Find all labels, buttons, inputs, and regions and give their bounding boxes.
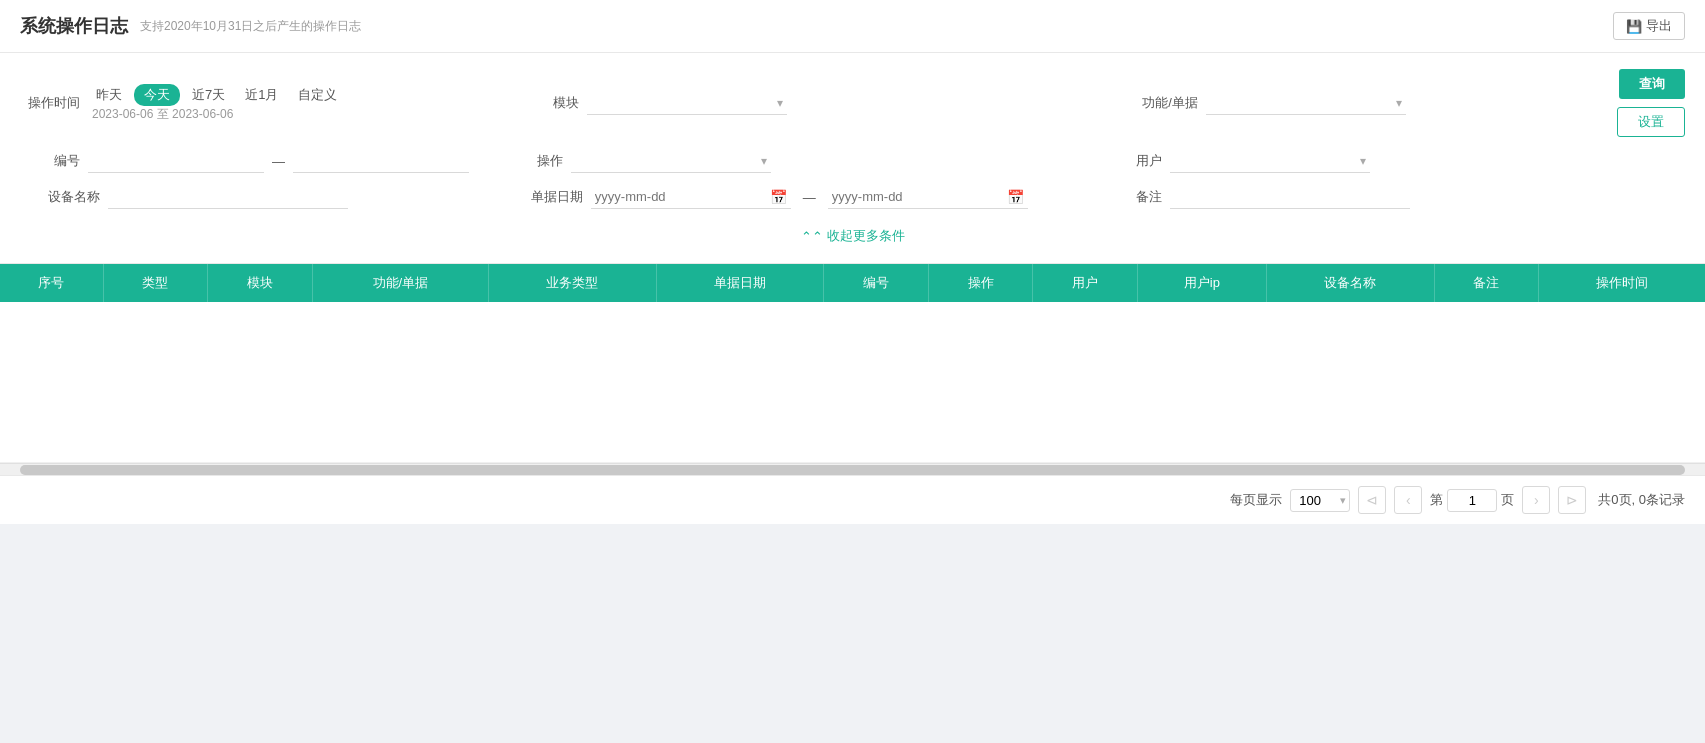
page-input-wrap: 第 页 xyxy=(1430,489,1514,512)
col-header: 编号 xyxy=(824,264,928,302)
remark-label: 备注 xyxy=(1082,188,1162,206)
next-page-button[interactable]: › xyxy=(1522,486,1550,514)
page-size-label: 每页显示 xyxy=(1230,491,1282,509)
prev-page-button[interactable]: ‹ xyxy=(1394,486,1422,514)
number-to-input[interactable] xyxy=(293,149,469,173)
page-subtitle: 支持2020年10月31日之后产生的操作日志 xyxy=(140,18,361,35)
number-from-input[interactable] xyxy=(88,149,264,173)
filter-row-2: 编号 — 操作 ▾ 用户 ▾ xyxy=(20,149,1685,173)
table-container: 序号类型模块功能/单据业务类型单据日期编号操作用户用户ip设备名称备注操作时间 xyxy=(0,264,1705,463)
action-buttons: 查询 设置 xyxy=(1617,69,1685,137)
operation-label: 操作 xyxy=(503,152,563,170)
date-to-input[interactable] xyxy=(828,185,1028,209)
remark-filter-block: 备注 xyxy=(1082,185,1565,209)
col-header: 操作 xyxy=(928,264,1032,302)
device-input[interactable] xyxy=(108,185,348,209)
date-to-wrap: 📅 xyxy=(828,185,1028,209)
col-header: 单据日期 xyxy=(656,264,824,302)
module-select[interactable] xyxy=(587,91,787,115)
time-btn-1month[interactable]: 近1月 xyxy=(237,84,286,106)
date-label: 单据日期 xyxy=(503,188,583,206)
user-select[interactable] xyxy=(1170,149,1370,173)
user-select-wrapper: ▾ xyxy=(1170,149,1370,173)
export-button[interactable]: 💾 导出 xyxy=(1613,12,1685,40)
page-number-input[interactable] xyxy=(1447,489,1497,512)
filter-row-3: 设备名称 单据日期 📅 — 📅 备注 xyxy=(20,185,1685,209)
function-label: 功能/单据 xyxy=(1118,94,1198,112)
function-filter-block: 功能/单据 ▾ xyxy=(1118,91,1617,115)
module-filter-block: 模块 ▾ xyxy=(519,91,1118,115)
first-page-button[interactable]: ⊲ xyxy=(1358,486,1386,514)
time-label: 操作时间 xyxy=(20,94,80,112)
function-select-wrapper: ▾ xyxy=(1206,91,1406,115)
col-header: 业务类型 xyxy=(489,264,657,302)
filter-row-1: 操作时间 昨天 今天 近7天 近1月 自定义 2023-06-06 至 2023… xyxy=(20,69,1685,137)
page-label: 第 xyxy=(1430,491,1443,509)
number-label: 编号 xyxy=(20,152,80,170)
user-label: 用户 xyxy=(1082,152,1162,170)
scrollbar-track[interactable] xyxy=(0,463,1705,475)
col-header: 功能/单据 xyxy=(312,264,488,302)
header-left: 系统操作日志 支持2020年10月31日之后产生的操作日志 xyxy=(20,14,361,38)
operation-filter-block: 操作 ▾ xyxy=(503,149,1082,173)
time-filter-group: 昨天 今天 近7天 近1月 自定义 xyxy=(88,84,345,106)
module-select-wrapper: ▾ xyxy=(587,91,787,115)
table-header-row: 序号类型模块功能/单据业务类型单据日期编号操作用户用户ip设备名称备注操作时间 xyxy=(0,264,1705,302)
scrollbar-thumb[interactable] xyxy=(20,465,1685,475)
col-header: 操作时间 xyxy=(1538,264,1705,302)
collapse-label: 收起更多条件 xyxy=(827,227,905,245)
page-unit: 页 xyxy=(1501,491,1514,509)
export-icon: 💾 xyxy=(1626,19,1642,34)
col-header: 模块 xyxy=(208,264,312,302)
date-group: 📅 — 📅 xyxy=(591,185,1028,209)
col-header: 用户ip xyxy=(1137,264,1266,302)
last-page-button[interactable]: ⊳ xyxy=(1558,486,1586,514)
table-header: 序号类型模块功能/单据业务类型单据日期编号操作用户用户ip设备名称备注操作时间 xyxy=(0,264,1705,302)
date-dash: — xyxy=(803,190,816,205)
page-size-wrapper: 100 50 200 ▾ xyxy=(1290,489,1350,512)
total-text: 共0页, 0条记录 xyxy=(1598,491,1685,509)
time-btn-yesterday[interactable]: 昨天 xyxy=(88,84,130,106)
col-header: 备注 xyxy=(1434,264,1538,302)
module-label: 模块 xyxy=(519,94,579,112)
date-from-input[interactable] xyxy=(591,185,791,209)
table-body xyxy=(0,302,1705,463)
page-title: 系统操作日志 xyxy=(20,14,128,38)
device-label: 设备名称 xyxy=(20,188,100,206)
page-header: 系统操作日志 支持2020年10月31日之后产生的操作日志 💾 导出 xyxy=(0,0,1705,53)
time-filter-block: 操作时间 昨天 今天 近7天 近1月 自定义 2023-06-06 至 2023… xyxy=(20,84,519,123)
function-select[interactable] xyxy=(1206,91,1406,115)
time-range-text: 2023-06-06 至 2023-06-06 xyxy=(92,106,345,123)
col-header: 设备名称 xyxy=(1266,264,1434,302)
remark-input[interactable] xyxy=(1170,185,1410,209)
collapse-button[interactable]: ⌃⌃ 收起更多条件 xyxy=(801,227,905,245)
empty-tip xyxy=(0,302,1705,463)
data-table: 序号类型模块功能/单据业务类型单据日期编号操作用户用户ip设备名称备注操作时间 xyxy=(0,264,1705,463)
col-header: 类型 xyxy=(103,264,207,302)
time-btn-7days[interactable]: 近7天 xyxy=(184,84,233,106)
col-header: 序号 xyxy=(0,264,103,302)
number-filter-block: 编号 — xyxy=(20,149,503,173)
date-filter-block: 单据日期 📅 — 📅 xyxy=(503,185,1082,209)
empty-row xyxy=(0,302,1705,463)
filter-area: 操作时间 昨天 今天 近7天 近1月 自定义 2023-06-06 至 2023… xyxy=(0,53,1705,264)
collapse-chevron-icon: ⌃⌃ xyxy=(801,229,823,244)
operation-select-wrapper: ▾ xyxy=(571,149,771,173)
query-button[interactable]: 查询 xyxy=(1619,69,1685,99)
col-header: 用户 xyxy=(1033,264,1137,302)
number-dash: — xyxy=(272,154,285,169)
device-filter-block: 设备名称 xyxy=(20,185,503,209)
user-filter-block: 用户 ▾ xyxy=(1082,149,1565,173)
settings-button[interactable]: 设置 xyxy=(1617,107,1685,137)
pagination-bar: 每页显示 100 50 200 ▾ ⊲ ‹ 第 页 › ⊳ 共0页, 0条记录 xyxy=(0,475,1705,524)
operation-select[interactable] xyxy=(571,149,771,173)
page-size-select[interactable]: 100 50 200 xyxy=(1290,489,1350,512)
export-label: 导出 xyxy=(1646,17,1672,35)
date-from-wrap: 📅 xyxy=(591,185,791,209)
time-btn-today[interactable]: 今天 xyxy=(134,84,180,106)
time-btn-custom[interactable]: 自定义 xyxy=(290,84,345,106)
collapse-bar: ⌃⌃ 收起更多条件 xyxy=(20,221,1685,253)
